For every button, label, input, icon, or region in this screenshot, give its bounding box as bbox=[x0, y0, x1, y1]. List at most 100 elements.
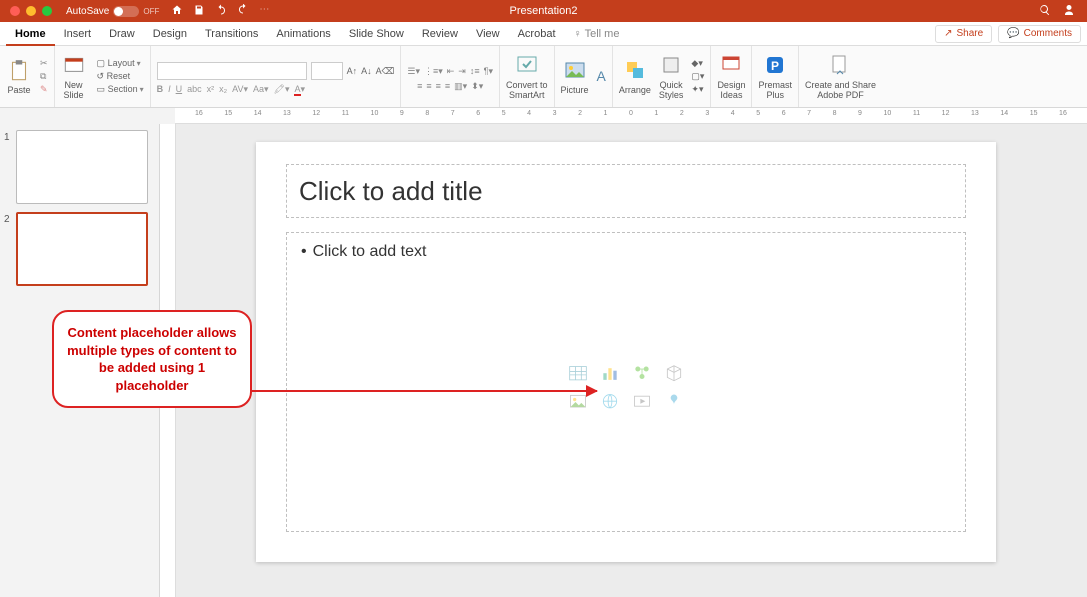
increase-font-icon[interactable]: A↑ bbox=[347, 66, 358, 76]
convert-smartart-icon[interactable] bbox=[515, 53, 539, 79]
close-window-icon[interactable] bbox=[10, 6, 20, 16]
superscript-button[interactable]: x₂ bbox=[219, 84, 227, 95]
autosave-label: AutoSave bbox=[66, 6, 109, 17]
qat-more-icon[interactable]: ⋯ bbox=[259, 4, 269, 19]
bullets-button[interactable]: ☰▾ bbox=[407, 66, 420, 77]
autosave-toggle[interactable]: AutoSave OFF bbox=[66, 6, 159, 17]
decrease-font-icon[interactable]: A↓ bbox=[361, 66, 372, 76]
new-slide-icon[interactable] bbox=[61, 53, 87, 79]
search-icon[interactable] bbox=[1039, 4, 1051, 19]
insert-chart-icon[interactable] bbox=[596, 361, 624, 385]
copy-icon[interactable]: ⧉ bbox=[40, 71, 46, 82]
decrease-indent-button[interactable]: ⇤ bbox=[447, 66, 455, 77]
shape-outline-button[interactable]: ▢▾ bbox=[691, 71, 704, 82]
tab-review[interactable]: Review bbox=[413, 22, 467, 46]
layout-button[interactable]: ▢ Layout▾ bbox=[97, 58, 141, 69]
insert-3d-icon[interactable] bbox=[660, 361, 688, 385]
insert-online-picture-icon[interactable] bbox=[596, 389, 624, 413]
title-bar: AutoSave OFF ⋯ Presentation2 bbox=[0, 0, 1087, 22]
tab-design[interactable]: Design bbox=[144, 22, 196, 46]
content-placeholder-text: • Click to add text bbox=[301, 243, 951, 261]
tab-home[interactable]: Home bbox=[6, 22, 55, 46]
undo-icon[interactable] bbox=[215, 4, 227, 19]
insert-smartart-icon[interactable] bbox=[628, 361, 656, 385]
tab-draw[interactable]: Draw bbox=[100, 22, 144, 46]
comments-button[interactable]: 💬 Comments bbox=[998, 25, 1081, 43]
design-ideas-icon[interactable] bbox=[719, 53, 743, 79]
insert-table-icon[interactable] bbox=[564, 361, 592, 385]
insert-icon-icon[interactable] bbox=[660, 389, 688, 413]
thumbnail-2-preview[interactable] bbox=[16, 212, 148, 286]
adobe-pdf-icon[interactable] bbox=[828, 53, 852, 79]
tab-transitions[interactable]: Transitions bbox=[196, 22, 267, 46]
tell-me-search[interactable]: ♀ Tell me bbox=[565, 22, 629, 46]
title-placeholder[interactable]: Click to add title bbox=[286, 164, 966, 218]
autosave-state: OFF bbox=[143, 7, 159, 16]
italic-button[interactable]: I bbox=[168, 84, 171, 95]
home-icon[interactable] bbox=[171, 4, 183, 19]
font-family-dropdown[interactable] bbox=[157, 62, 307, 80]
format-painter-icon[interactable]: ✎ bbox=[40, 84, 48, 95]
thumbnail-2[interactable]: 2 bbox=[4, 212, 155, 286]
columns-button[interactable]: ▥▾ bbox=[454, 81, 467, 92]
ribbon: Paste ✂ ⧉ ✎ New Slide ▢ Layout▾ ↺ Reset … bbox=[0, 46, 1087, 108]
cut-icon[interactable]: ✂ bbox=[40, 58, 48, 69]
annotation-callout: Content placeholder allows multiple type… bbox=[52, 310, 252, 408]
picture-icon[interactable] bbox=[561, 58, 589, 84]
premast-icon[interactable]: P bbox=[763, 53, 787, 79]
tab-insert[interactable]: Insert bbox=[55, 22, 101, 46]
subscript-button[interactable]: x² bbox=[207, 84, 215, 95]
current-slide[interactable]: Click to add title • Click to add text bbox=[256, 142, 996, 562]
reset-button[interactable]: ↺ Reset bbox=[97, 71, 131, 82]
align-right-button[interactable]: ≡ bbox=[436, 81, 441, 92]
font-color-button[interactable]: A▾ bbox=[294, 84, 305, 95]
arrange-icon[interactable] bbox=[619, 58, 651, 84]
change-case-button[interactable]: Aa▾ bbox=[253, 84, 269, 95]
paragraph-group: ☰▾ ⋮≡▾ ⇤ ⇥ ↕≡ ¶▾ ≡ ≡ ≡ ≡ ▥▾ ⬍▾ bbox=[401, 46, 500, 107]
clear-format-icon[interactable]: A⌫ bbox=[376, 66, 395, 77]
maximize-window-icon[interactable] bbox=[42, 6, 52, 16]
thumbnail-1[interactable]: 1 bbox=[4, 130, 155, 204]
save-icon[interactable] bbox=[193, 4, 205, 19]
thumbnail-1-preview[interactable] bbox=[16, 130, 148, 204]
strike-button[interactable]: abc bbox=[187, 84, 202, 95]
arrange-label: Arrange bbox=[619, 86, 651, 96]
text-box-icon[interactable]: A bbox=[597, 68, 606, 84]
section-button[interactable]: ▭ Section▾ bbox=[97, 84, 144, 95]
font-size-dropdown[interactable] bbox=[311, 62, 343, 80]
autosave-switch-icon[interactable] bbox=[113, 6, 139, 17]
insert-video-icon[interactable] bbox=[628, 389, 656, 413]
paste-label: Paste bbox=[6, 86, 32, 96]
char-spacing-button[interactable]: AV▾ bbox=[232, 84, 248, 95]
quick-styles-icon[interactable] bbox=[659, 53, 684, 79]
tab-animations[interactable]: Animations bbox=[267, 22, 339, 46]
tab-acrobat[interactable]: Acrobat bbox=[509, 22, 565, 46]
font-group: A↑ A↓ A⌫ B I U abc x² x₂ AV▾ Aa▾ 🖍▾ A▾ bbox=[151, 46, 402, 107]
increase-indent-button[interactable]: ⇥ bbox=[458, 66, 466, 77]
align-text-button[interactable]: ⬍▾ bbox=[471, 81, 483, 92]
bold-button[interactable]: B bbox=[157, 84, 164, 95]
account-icon[interactable] bbox=[1063, 4, 1075, 19]
svg-text:P: P bbox=[771, 59, 779, 73]
highlight-button[interactable]: 🖍▾ bbox=[274, 84, 290, 95]
paste-icon[interactable] bbox=[6, 58, 32, 84]
titlebar-right bbox=[1039, 4, 1087, 19]
minimize-window-icon[interactable] bbox=[26, 6, 36, 16]
tab-slide-show[interactable]: Slide Show bbox=[340, 22, 413, 46]
share-button[interactable]: ↗ Share bbox=[935, 25, 992, 43]
adobe-label: Create and Share Adobe PDF bbox=[805, 81, 876, 101]
numbering-button[interactable]: ⋮≡▾ bbox=[424, 66, 443, 77]
redo-icon[interactable] bbox=[237, 4, 249, 19]
line-spacing-button[interactable]: ↕≡ bbox=[470, 66, 480, 77]
tab-view[interactable]: View bbox=[467, 22, 509, 46]
text-direction-button[interactable]: ¶▾ bbox=[484, 66, 493, 77]
shape-fill-button[interactable]: ◆▾ bbox=[691, 58, 702, 69]
slide-canvas-area: Click to add title • Click to add text bbox=[176, 124, 1087, 597]
shape-effects-button[interactable]: ✦▾ bbox=[691, 84, 703, 95]
underline-button[interactable]: U bbox=[176, 84, 183, 95]
content-placeholder[interactable]: • Click to add text bbox=[286, 232, 966, 532]
picture-label: Picture bbox=[561, 86, 589, 96]
align-center-button[interactable]: ≡ bbox=[426, 81, 431, 92]
align-left-button[interactable]: ≡ bbox=[417, 81, 422, 92]
justify-button[interactable]: ≡ bbox=[445, 81, 450, 92]
